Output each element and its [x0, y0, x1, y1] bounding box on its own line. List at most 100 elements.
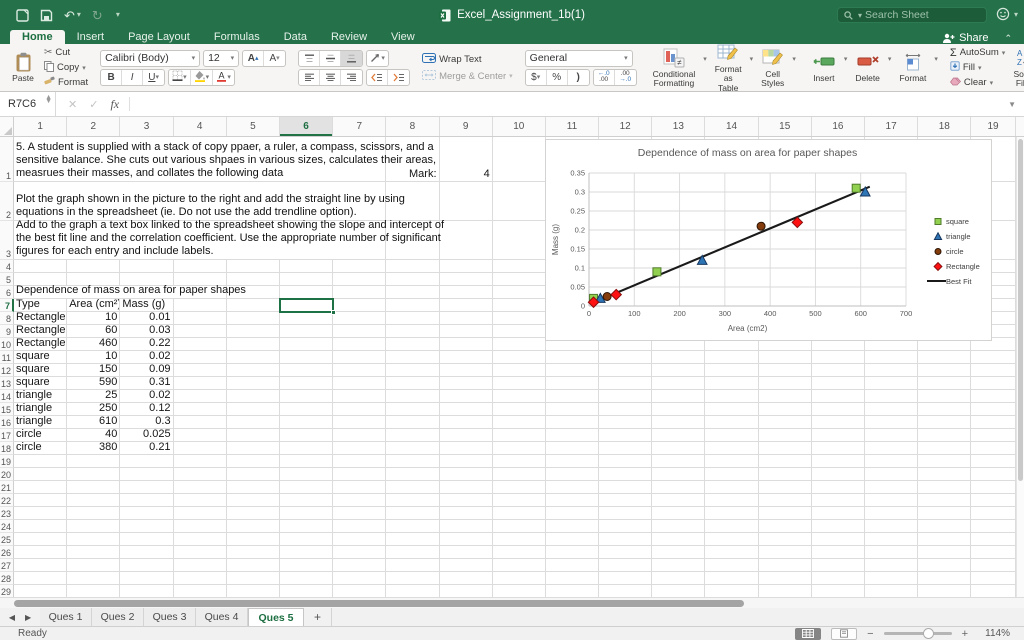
cell-r12c14[interactable] — [705, 364, 759, 377]
column-header-10[interactable]: 10 — [493, 117, 546, 136]
cell-r2c4[interactable] — [173, 182, 227, 221]
cell-r23c10[interactable] — [492, 507, 546, 520]
cell-r20c10[interactable] — [492, 468, 546, 481]
cell-r21c13[interactable] — [652, 481, 706, 494]
zoom-out-button[interactable]: − — [867, 628, 873, 640]
align-right-button[interactable] — [341, 70, 362, 85]
cell-r17c5[interactable] — [226, 429, 280, 442]
cell-r6c7[interactable] — [333, 286, 387, 299]
cell-r19c8[interactable] — [386, 455, 440, 468]
cell-r14c7[interactable] — [333, 390, 387, 403]
spreadsheet-grid[interactable]: 1 Mark: 4 2 3 4 5 6 7 Type Area (cm²) Mass (g) 8 Rect… — [0, 137, 1024, 597]
cell-r24c14[interactable] — [705, 520, 759, 533]
cell-r21c14[interactable] — [705, 481, 759, 494]
cell-r17c17[interactable] — [865, 429, 919, 442]
fill-dropdown-icon[interactable]: ▾ — [978, 64, 982, 72]
font-size-select[interactable]: 12 ▾ — [203, 49, 240, 67]
cell-r28c10[interactable] — [492, 572, 546, 585]
cell-r23c16[interactable] — [811, 507, 865, 520]
cell-r15c18[interactable] — [918, 403, 972, 416]
cell-r14c8[interactable] — [386, 390, 440, 403]
cell-r14c5[interactable] — [226, 390, 280, 403]
cell-r29c8[interactable] — [386, 585, 440, 597]
cell-r27c4[interactable] — [173, 559, 227, 572]
row-header-10[interactable]: 10 — [0, 338, 14, 351]
cell-r22c17[interactable] — [865, 494, 919, 507]
cell-r17c2[interactable]: 40 — [67, 429, 121, 442]
column-header-7[interactable]: 7 — [333, 117, 387, 136]
align-middle-button[interactable] — [320, 50, 342, 66]
cell-r28c17[interactable] — [865, 572, 919, 585]
cell-r22c6[interactable] — [279, 494, 334, 507]
cell-r15c2[interactable]: 250 — [67, 403, 121, 416]
cell-r24c3[interactable] — [120, 520, 174, 533]
cell-r26c4[interactable] — [173, 546, 227, 559]
cell-r22c9[interactable] — [439, 494, 493, 507]
chart[interactable]: 0 100 200 300 400 500 600 700 0 0.05 0.1 0.15 0.2 0.2… — [545, 139, 992, 341]
cell-r17c12[interactable] — [599, 429, 653, 442]
name-box-stepper[interactable]: ▲ ▼ — [45, 94, 52, 105]
cell-r9c4[interactable] — [173, 325, 227, 338]
cell-r26c7[interactable] — [333, 546, 387, 559]
cell-r1c3[interactable] — [120, 137, 174, 182]
cell-r16c15[interactable] — [758, 416, 812, 429]
cell-r28c16[interactable] — [811, 572, 865, 585]
cell-r23c11[interactable] — [545, 507, 600, 520]
undo-dropdown-icon[interactable]: ▾ — [77, 11, 81, 19]
fill-color-dropdown-icon[interactable]: ▾ — [206, 73, 210, 81]
cell-r21c9[interactable] — [439, 481, 493, 494]
cell-r7c3[interactable]: Mass (g) — [120, 299, 174, 312]
cell-r24c8[interactable] — [386, 520, 440, 533]
cell-r29c17[interactable] — [865, 585, 919, 597]
cell-r15c13[interactable] — [652, 403, 706, 416]
cell-r12c6[interactable] — [279, 364, 334, 377]
cell-r29c7[interactable] — [333, 585, 387, 597]
borders-button[interactable]: ▾ — [169, 69, 191, 85]
cell-r14c6[interactable] — [279, 390, 334, 403]
cell-r15c1[interactable]: triangle — [14, 403, 68, 416]
delete-cells-dropdown-icon[interactable]: ▾ — [888, 55, 892, 63]
row-header-23[interactable]: 23 — [0, 507, 14, 520]
cell-r6c3[interactable] — [120, 286, 174, 299]
cell-r19c1[interactable] — [14, 455, 68, 468]
cell-r27c13[interactable] — [652, 559, 706, 572]
cell-r22c14[interactable] — [705, 494, 759, 507]
cell-r12c11[interactable] — [545, 364, 600, 377]
cell-r29c12[interactable] — [599, 585, 653, 597]
insert-cells-button[interactable]: Insert — [808, 51, 840, 83]
row-header-18[interactable]: 18 — [0, 442, 14, 455]
cell-r24c19[interactable] — [971, 520, 1016, 533]
cell-r25c7[interactable] — [333, 533, 387, 546]
cell-r29c6[interactable] — [280, 585, 334, 597]
cell-r8c1[interactable]: Rectangle — [14, 312, 68, 325]
column-header-12[interactable]: 12 — [599, 117, 653, 136]
wrap-text-button[interactable]: Wrap Text — [422, 52, 513, 66]
row-header-19[interactable]: 19 — [0, 455, 14, 468]
cell-r5c5[interactable] — [226, 273, 280, 286]
cell-r22c15[interactable] — [758, 494, 812, 507]
row-header-1[interactable]: 1 — [0, 137, 14, 182]
cell-r20c15[interactable] — [758, 468, 812, 481]
cell-r26c2[interactable] — [67, 546, 121, 559]
cell-r24c4[interactable] — [173, 520, 227, 533]
cell-r24c18[interactable] — [918, 520, 972, 533]
cell-r23c2[interactable] — [67, 507, 121, 520]
cell-r15c10[interactable] — [492, 403, 546, 416]
cell-r24c15[interactable] — [758, 520, 812, 533]
align-top-button[interactable] — [299, 50, 321, 66]
cell-r23c12[interactable] — [599, 507, 653, 520]
cell-r11c18[interactable] — [918, 351, 972, 364]
cell-r25c1[interactable] — [14, 533, 68, 546]
row-header-14[interactable]: 14 — [0, 390, 14, 403]
cell-r16c19[interactable] — [971, 416, 1016, 429]
cell-r2c8[interactable] — [386, 182, 440, 221]
sheet-tab-ques-3[interactable]: Ques 3 — [144, 608, 196, 626]
cell-r18c12[interactable] — [599, 442, 653, 455]
cell-r27c3[interactable] — [120, 559, 174, 572]
cell-r14c1[interactable]: triangle — [14, 390, 68, 403]
cell-r26c1[interactable] — [14, 546, 68, 559]
cell-r10c3[interactable]: 0.22 — [120, 338, 174, 351]
cell-r22c19[interactable] — [971, 494, 1016, 507]
search-scope-dropdown-icon[interactable]: ▾ — [858, 11, 862, 20]
tab-view[interactable]: View — [379, 31, 427, 44]
